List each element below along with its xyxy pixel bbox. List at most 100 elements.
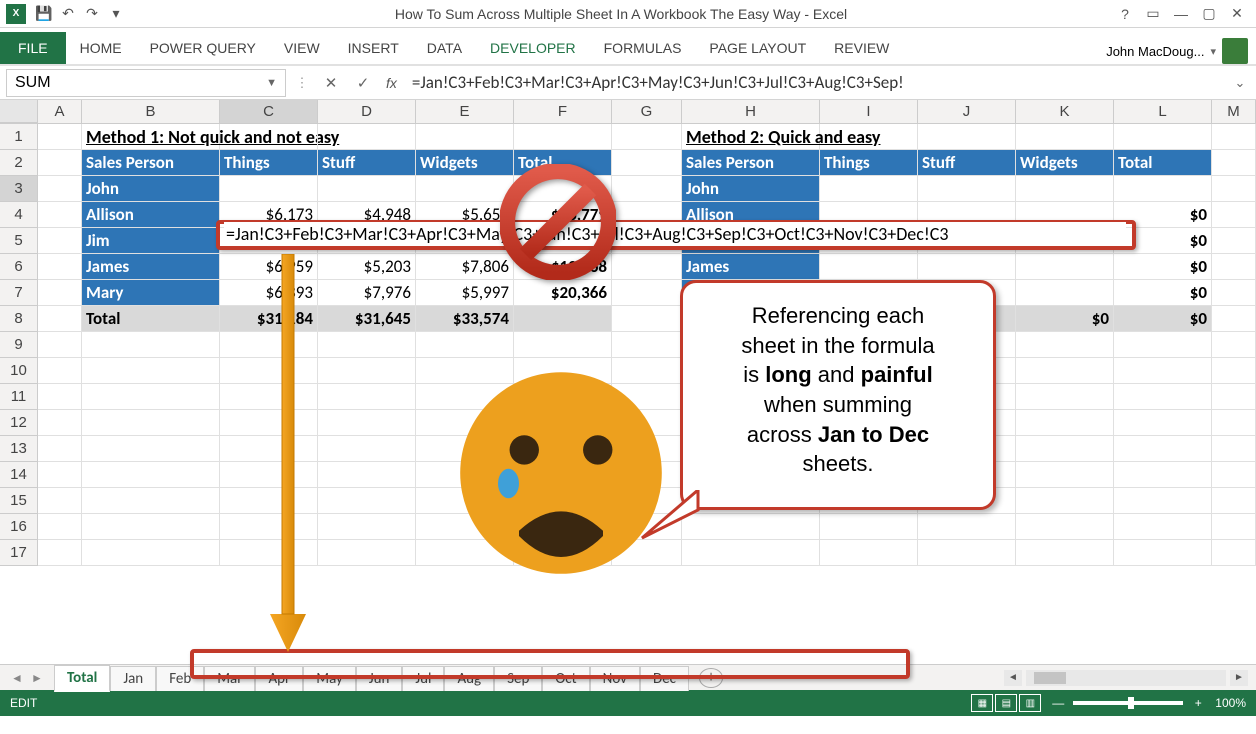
cell[interactable]: $0 bbox=[1114, 306, 1212, 332]
cell[interactable]: $0 bbox=[1114, 202, 1212, 228]
enter-formula-icon[interactable]: ✓ bbox=[350, 71, 376, 95]
col-header-i[interactable]: I bbox=[820, 100, 918, 123]
m2-john[interactable]: John bbox=[682, 176, 820, 202]
cell-c3-active[interactable] bbox=[220, 176, 318, 202]
tab-view[interactable]: VIEW bbox=[270, 32, 334, 64]
help-icon[interactable]: ? bbox=[1112, 4, 1138, 24]
col-header-m[interactable]: M bbox=[1212, 100, 1256, 123]
col-header-l[interactable]: L bbox=[1114, 100, 1212, 123]
m1-total-label[interactable]: Total bbox=[82, 306, 220, 332]
page-layout-view-icon[interactable]: ▤ bbox=[995, 694, 1017, 712]
minimize-icon[interactable]: — bbox=[1168, 4, 1194, 24]
zoom-out-icon[interactable]: — bbox=[1051, 696, 1065, 710]
row-header-6[interactable]: 6 bbox=[0, 254, 38, 280]
user-avatar[interactable] bbox=[1222, 38, 1248, 64]
cell[interactable] bbox=[514, 306, 612, 332]
m2-h-stuff[interactable]: Stuff bbox=[918, 150, 1016, 176]
m2-h-things[interactable]: Things bbox=[820, 150, 918, 176]
col-header-c[interactable]: C bbox=[220, 100, 318, 123]
sheet-tab-feb[interactable]: Feb bbox=[156, 666, 204, 691]
tab-page-layout[interactable]: PAGE LAYOUT bbox=[695, 32, 820, 64]
redo-icon[interactable]: ↷ bbox=[82, 4, 102, 24]
m1-mary[interactable]: Mary bbox=[82, 280, 220, 306]
m2-james[interactable]: James bbox=[682, 254, 820, 280]
row-header-5[interactable]: 5 bbox=[0, 228, 38, 254]
col-header-h[interactable]: H bbox=[682, 100, 820, 123]
select-all-corner[interactable] bbox=[0, 100, 38, 123]
m1-james[interactable]: James bbox=[82, 254, 220, 280]
name-box[interactable]: SUM ▼ bbox=[6, 69, 286, 97]
ribbon-display-icon[interactable]: ▭ bbox=[1140, 4, 1166, 24]
name-box-dropdown-icon[interactable]: ▼ bbox=[266, 77, 277, 89]
save-icon[interactable]: 💾 bbox=[34, 4, 54, 24]
maximize-icon[interactable]: ▢ bbox=[1196, 4, 1222, 24]
sheet-tab-jul[interactable]: Jul bbox=[402, 666, 444, 691]
cell[interactable]: $0 bbox=[1114, 228, 1212, 254]
fx-icon[interactable]: fx bbox=[382, 75, 401, 91]
sheet-tab-jan[interactable]: Jan bbox=[110, 666, 156, 691]
tab-insert[interactable]: INSERT bbox=[334, 32, 413, 64]
m1-h-things[interactable]: Things bbox=[220, 150, 318, 176]
sheet-tab-may[interactable]: May bbox=[303, 666, 356, 691]
sheet-tab-mar[interactable]: Mar bbox=[204, 666, 255, 691]
m1-allison[interactable]: Allison bbox=[82, 202, 220, 228]
col-header-d[interactable]: D bbox=[318, 100, 416, 123]
hscroll-left-icon[interactable]: ◄ bbox=[1004, 670, 1022, 686]
tab-developer[interactable]: DEVELOPER bbox=[476, 32, 590, 64]
tab-review[interactable]: REVIEW bbox=[820, 32, 903, 64]
cell[interactable]: $31,645 bbox=[318, 306, 416, 332]
sheet-nav-prev-icon[interactable]: ◄ bbox=[8, 669, 26, 687]
close-icon[interactable]: ✕ bbox=[1224, 4, 1250, 24]
col-header-a[interactable]: A bbox=[38, 100, 82, 123]
cell[interactable]: $0 bbox=[1016, 306, 1114, 332]
cell[interactable]: $0 bbox=[1114, 254, 1212, 280]
row-header-8[interactable]: 8 bbox=[0, 306, 38, 332]
cancel-formula-icon[interactable]: ✕ bbox=[318, 71, 344, 95]
col-header-g[interactable]: G bbox=[612, 100, 682, 123]
user-area[interactable]: John MacDoug... ▾ bbox=[1106, 38, 1256, 64]
cell[interactable]: $5,203 bbox=[318, 254, 416, 280]
qat-customize-icon[interactable]: ▾ bbox=[106, 4, 126, 24]
file-tab[interactable]: FILE bbox=[0, 32, 66, 64]
row-header-7[interactable]: 7 bbox=[0, 280, 38, 306]
row-header-3[interactable]: 3 bbox=[0, 176, 38, 202]
sheet-nav-next-icon[interactable]: ► bbox=[28, 669, 46, 687]
m1-h-sales[interactable]: Sales Person bbox=[82, 150, 220, 176]
sheet-tab-jun[interactable]: Jun bbox=[356, 666, 403, 691]
row-header-2[interactable]: 2 bbox=[0, 150, 38, 176]
sheet-tab-dec[interactable]: Dec bbox=[640, 666, 689, 691]
new-sheet-icon[interactable]: + bbox=[699, 668, 723, 688]
m2-h-sales[interactable]: Sales Person bbox=[682, 150, 820, 176]
sheet-tab-aug[interactable]: Aug bbox=[444, 666, 494, 691]
tab-formulas[interactable]: FORMULAS bbox=[590, 32, 696, 64]
col-header-j[interactable]: J bbox=[918, 100, 1016, 123]
formula-bar-input[interactable]: =Jan!C3+Feb!C3+Mar!C3+Apr!C3+May!C3+Jun!… bbox=[407, 69, 1224, 97]
cell[interactable]: $0 bbox=[1114, 280, 1212, 306]
cell[interactable]: $20,366 bbox=[514, 280, 612, 306]
cell[interactable]: $33,574 bbox=[416, 306, 514, 332]
row-header-4[interactable]: 4 bbox=[0, 202, 38, 228]
method2-title[interactable]: Method 2: Quick and easy bbox=[682, 124, 820, 150]
page-break-view-icon[interactable]: ▥ bbox=[1019, 694, 1041, 712]
sheet-tab-total[interactable]: Total bbox=[54, 665, 110, 692]
sheet-tab-oct[interactable]: Oct bbox=[542, 666, 589, 691]
m2-h-widgets[interactable]: Widgets bbox=[1016, 150, 1114, 176]
zoom-level[interactable]: 100% bbox=[1215, 696, 1246, 710]
zoom-in-icon[interactable]: + bbox=[1191, 696, 1205, 710]
m1-h-stuff[interactable]: Stuff bbox=[318, 150, 416, 176]
col-header-e[interactable]: E bbox=[416, 100, 514, 123]
cell[interactable]: $7,976 bbox=[318, 280, 416, 306]
col-header-k[interactable]: K bbox=[1016, 100, 1114, 123]
tab-data[interactable]: DATA bbox=[413, 32, 476, 64]
cell[interactable]: $5,997 bbox=[416, 280, 514, 306]
tab-home[interactable]: HOME bbox=[66, 32, 136, 64]
col-header-b[interactable]: B bbox=[82, 100, 220, 123]
method1-title[interactable]: Method 1: Not quick and not easy bbox=[82, 124, 220, 150]
m2-h-total[interactable]: Total bbox=[1114, 150, 1212, 176]
m1-john[interactable]: John bbox=[82, 176, 220, 202]
undo-icon[interactable]: ↶ bbox=[58, 4, 78, 24]
zoom-slider[interactable] bbox=[1073, 701, 1183, 705]
m1-jim[interactable]: Jim bbox=[82, 228, 220, 254]
sheet-tab-nov[interactable]: Nov bbox=[590, 666, 640, 691]
col-header-f[interactable]: F bbox=[514, 100, 612, 123]
